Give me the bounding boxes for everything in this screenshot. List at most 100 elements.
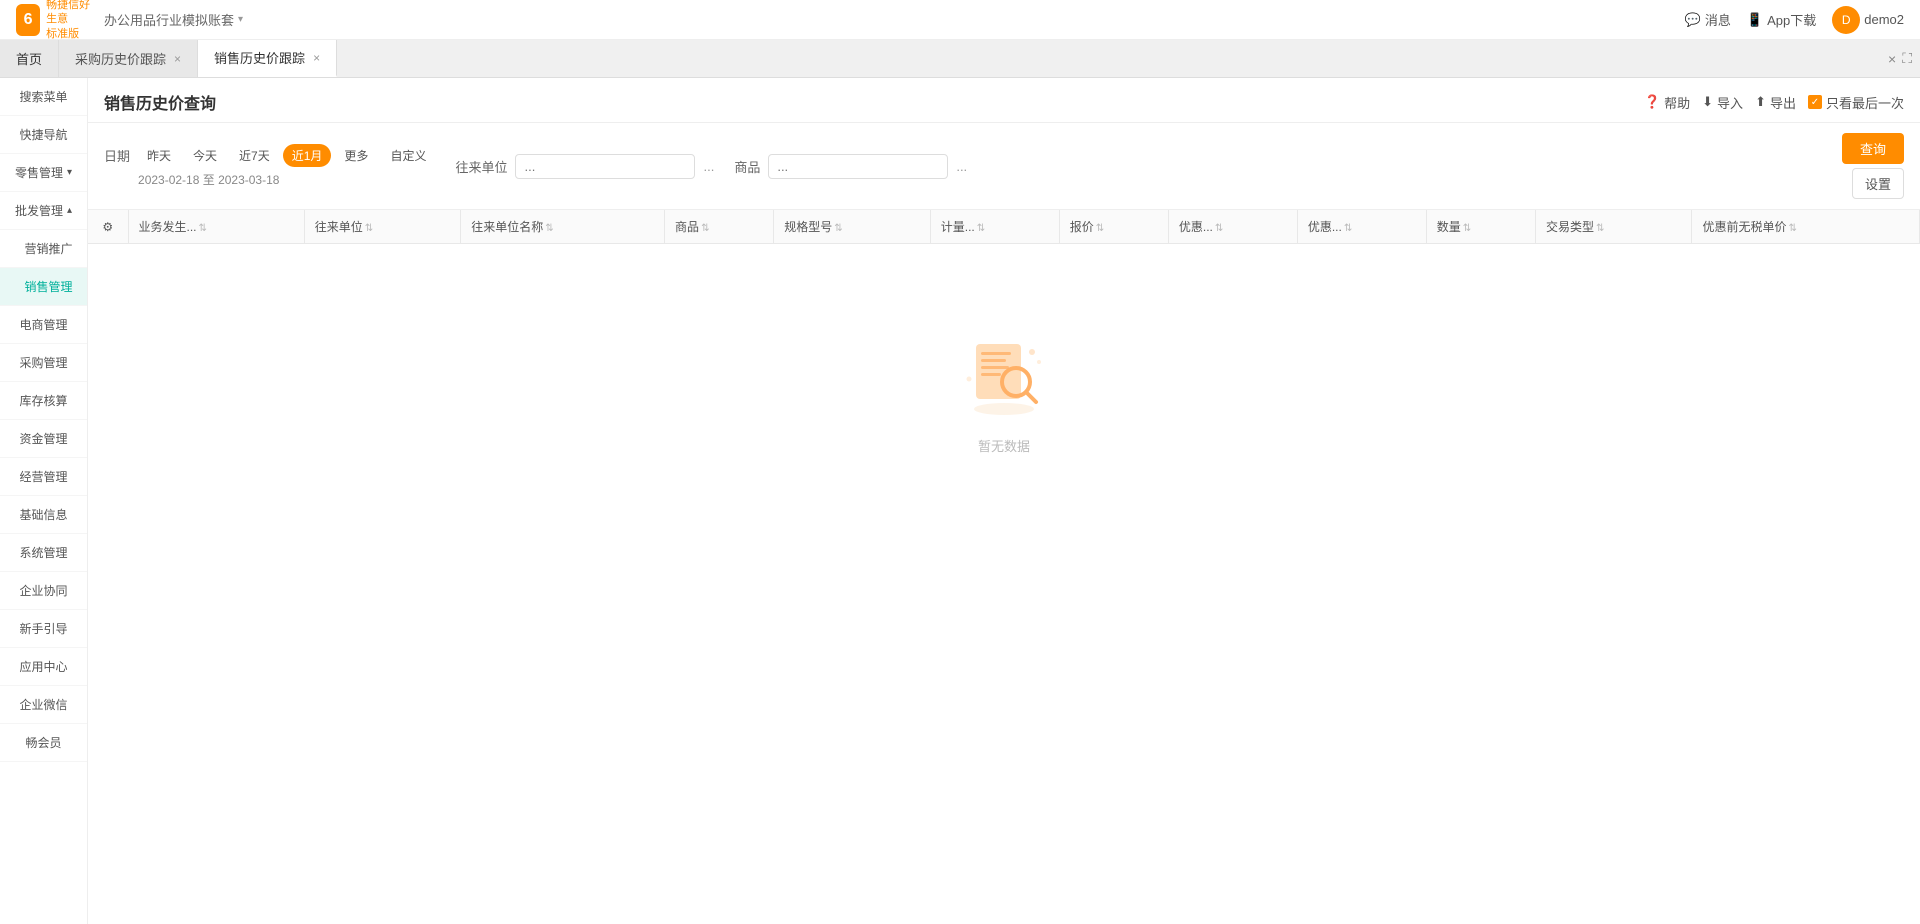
tab-sales-history[interactable]: 销售历史价跟踪 ×	[198, 40, 337, 77]
sidebar-item-search-menu[interactable]: 搜索菜单	[0, 78, 87, 116]
sidebar-item-purchase-mgmt[interactable]: 采购管理	[0, 344, 87, 382]
date-yesterday-btn[interactable]: 昨天	[138, 144, 180, 167]
ecommerce-mgmt-label: 电商管理	[19, 318, 67, 332]
sidebar-item-app-center[interactable]: 应用中心	[0, 648, 87, 686]
sidebar-item-vip-member[interactable]: 畅会员	[0, 724, 87, 762]
sidebar-item-quick-nav[interactable]: 快捷导航	[0, 116, 87, 154]
tab-purchase-history[interactable]: 采购历史价跟踪 ×	[59, 40, 198, 77]
sidebar-item-enterprise-collab[interactable]: 企业协同	[0, 572, 87, 610]
th-partner-name[interactable]: 往来单位名称⇅	[461, 210, 665, 244]
breadcrumb-text: 办公用品行业模拟账套	[104, 10, 234, 29]
filter-action-group: 查询 设置	[1842, 133, 1904, 199]
sidebar-item-marketing[interactable]: 营销推广	[0, 230, 87, 268]
date-more-btn[interactable]: 更多	[335, 144, 377, 167]
date-label: 日期	[104, 146, 130, 165]
goods-label: 商品	[734, 157, 760, 176]
sidebar-item-system-mgmt[interactable]: 系统管理	[0, 534, 87, 572]
sort-icon-quantity: ⇅	[1463, 223, 1471, 234]
quick-nav-label: 快捷导航	[19, 128, 67, 142]
logo-text: 畅捷信好生意 标准版	[46, 0, 96, 41]
phone-icon: 📱	[1747, 12, 1763, 28]
sidebar-item-operations-mgmt[interactable]: 经营管理	[0, 458, 87, 496]
tab-sales-history-label: 销售历史价跟踪	[214, 48, 305, 67]
logo-area: 6 畅捷信好生意 标准版	[16, 0, 96, 41]
sort-icon-partner-code: ⇅	[365, 223, 373, 234]
logo-char: 6	[24, 11, 33, 29]
main-layout: 搜索菜单 快捷导航 零售管理 ▾ 批发管理 ▴ 营销推广 销售管理 电商管理 采…	[0, 78, 1920, 924]
empty-state: 暂无数据	[88, 244, 1920, 535]
sidebar-item-wholesale-mgmt[interactable]: 批发管理 ▴	[0, 192, 87, 230]
marketing-label: 营销推广	[24, 242, 72, 256]
user-area[interactable]: D demo2	[1832, 6, 1904, 34]
sales-mgmt-label: 销售管理	[24, 280, 72, 294]
sort-icon-partner-name: ⇅	[545, 223, 553, 234]
settings-btn[interactable]: 设置	[1852, 168, 1904, 199]
date-7days-btn[interactable]: 近7天	[230, 144, 279, 167]
export-btn[interactable]: ⬆ 导出	[1755, 93, 1796, 112]
query-btn[interactable]: 查询	[1842, 133, 1904, 164]
th-spec[interactable]: 规格型号⇅	[774, 210, 931, 244]
message-btn[interactable]: 💬 消息	[1685, 10, 1731, 29]
tab-sales-history-close[interactable]: ×	[313, 51, 320, 65]
sidebar-item-inventory[interactable]: 库存核算	[0, 382, 87, 420]
breadcrumb: 办公用品行业模拟账套 ▾	[104, 10, 243, 29]
retail-mgmt-arrow-icon: ▾	[67, 167, 72, 178]
partner-input[interactable]	[515, 154, 695, 179]
app-center-label: 应用中心	[19, 660, 67, 674]
th-partner-code[interactable]: 往来单位⇅	[304, 210, 461, 244]
th-price-no-tax[interactable]: 优惠前无税单价⇅	[1692, 210, 1920, 244]
settings-gear-icon[interactable]: ⚙	[102, 220, 113, 234]
breadcrumb-dropdown-icon[interactable]: ▾	[238, 14, 243, 25]
tab-home[interactable]: 首页	[0, 40, 59, 77]
sidebar-item-retail-mgmt[interactable]: 零售管理 ▾	[0, 154, 87, 192]
sort-icon-unit: ⇅	[977, 223, 985, 234]
sidebar-item-ecommerce-mgmt[interactable]: 电商管理	[0, 306, 87, 344]
sort-icon-trade-type: ⇅	[1596, 223, 1604, 234]
enterprise-collab-label: 企业协同	[19, 584, 67, 598]
export-icon: ⬆	[1755, 94, 1766, 110]
th-biz-date[interactable]: 业务发生...⇅	[128, 210, 304, 244]
date-1month-btn[interactable]: 近1月	[283, 144, 332, 167]
tab-fullscreen-btn[interactable]: ⛶	[1902, 50, 1912, 67]
import-btn[interactable]: ⬇ 导入	[1702, 93, 1743, 112]
date-custom-btn[interactable]: 自定义	[381, 144, 435, 167]
tab-purchase-history-close[interactable]: ×	[174, 52, 181, 66]
page-header: 销售历史价查询 ❓ 帮助 ⬇ 导入 ⬆ 导出 ✓ 只看最后一次	[88, 78, 1920, 123]
th-discount2[interactable]: 优惠...⇅	[1297, 210, 1426, 244]
export-label: 导出	[1770, 93, 1796, 112]
page-title: 销售历史价查询	[104, 90, 216, 114]
th-unit[interactable]: 计量...⇅	[930, 210, 1059, 244]
th-goods[interactable]: 商品⇅	[665, 210, 774, 244]
sidebar-item-enterprise-wechat[interactable]: 企业微信	[0, 686, 87, 724]
th-discount1[interactable]: 优惠...⇅	[1168, 210, 1297, 244]
sidebar-item-basic-info[interactable]: 基础信息	[0, 496, 87, 534]
app-download-label: App下载	[1767, 10, 1816, 29]
date-filter-group: 日期 昨天 今天 近7天 近1月 更多 自定义 2023-02-18 至 202…	[104, 144, 435, 188]
sidebar-item-new-guide[interactable]: 新手引导	[0, 610, 87, 648]
tab-home-label: 首页	[16, 49, 42, 68]
content-area: 销售历史价查询 ❓ 帮助 ⬇ 导入 ⬆ 导出 ✓ 只看最后一次	[88, 78, 1920, 924]
goods-input[interactable]	[768, 154, 948, 179]
header-left: 6 畅捷信好生意 标准版 办公用品行业模拟账套 ▾	[16, 0, 243, 41]
sidebar-item-sales-mgmt[interactable]: 销售管理	[0, 268, 87, 306]
th-quote[interactable]: 报价⇅	[1059, 210, 1168, 244]
date-today-btn[interactable]: 今天	[184, 144, 226, 167]
sidebar-item-finance-mgmt[interactable]: 资金管理	[0, 420, 87, 458]
th-trade-type[interactable]: 交易类型⇅	[1535, 210, 1692, 244]
only-last-checkbox[interactable]: ✓	[1808, 95, 1822, 109]
app-download-btn[interactable]: 📱 App下载	[1747, 10, 1816, 29]
help-btn[interactable]: ❓ 帮助	[1644, 93, 1690, 112]
goods-dots: ...	[956, 159, 967, 174]
import-label: 导入	[1717, 93, 1743, 112]
only-last-checkbox-label[interactable]: ✓ 只看最后一次	[1808, 93, 1904, 112]
partner-dots: ...	[703, 159, 714, 174]
th-settings[interactable]: ⚙	[88, 210, 128, 244]
th-quantity[interactable]: 数量⇅	[1426, 210, 1535, 244]
table-container: ⚙ 业务发生...⇅ 往来单位⇅ 往来单位名称⇅ 商品⇅	[88, 210, 1920, 924]
tab-close-all-btn[interactable]: ×	[1888, 51, 1896, 67]
help-icon: ❓	[1644, 94, 1660, 110]
logo-icon: 6	[16, 4, 40, 36]
top-header: 6 畅捷信好生意 标准版 办公用品行业模拟账套 ▾ 💬 消息 📱 App下载 D…	[0, 0, 1920, 40]
search-menu-label: 搜索菜单	[19, 90, 67, 104]
enterprise-wechat-label: 企业微信	[19, 698, 67, 712]
